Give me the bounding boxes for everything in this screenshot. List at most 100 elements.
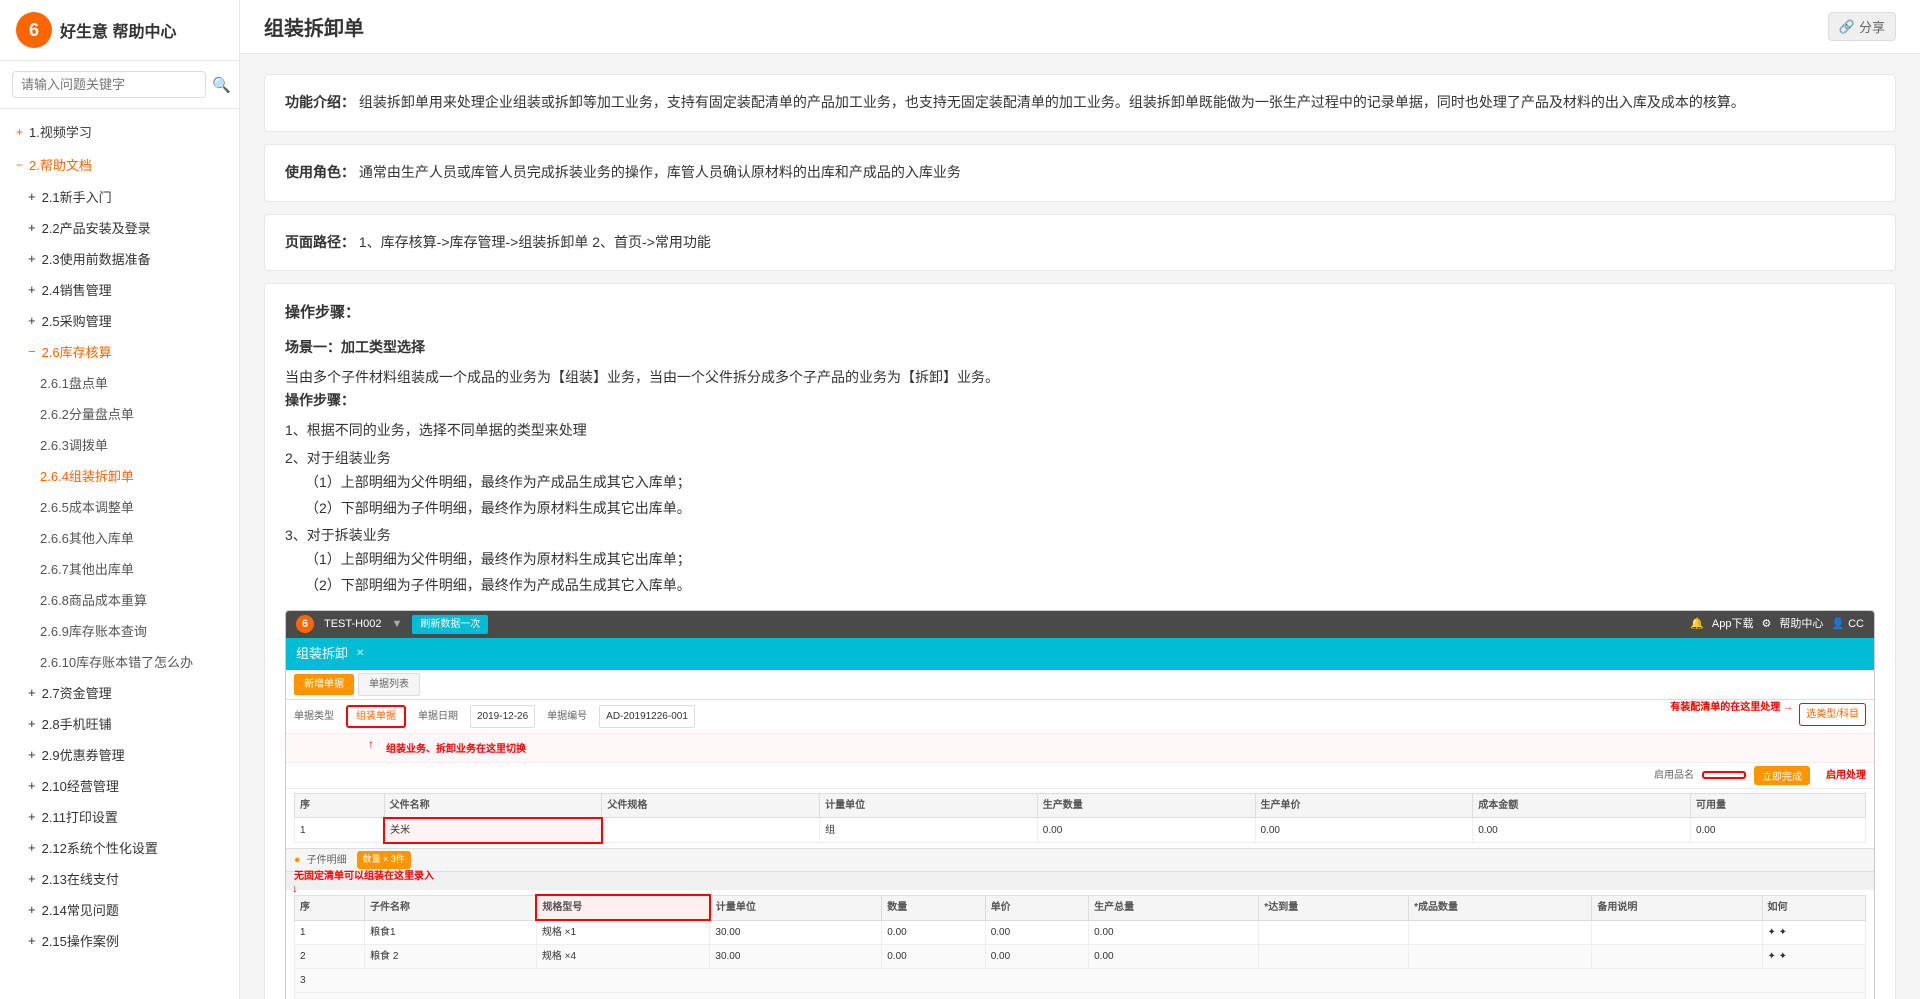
screenshot-list-tab[interactable]: 单据列表 [358, 673, 420, 696]
th-c-name: 子件名称 [365, 895, 537, 920]
sidebar-header: 6 好生意 帮助中心 [0, 0, 239, 61]
share-label: 分享 [1859, 17, 1885, 36]
sidebar-item-inventory[interactable]: − 2.6库存核算 [0, 336, 239, 367]
screenshot-new-tab[interactable]: 新增单据 [294, 674, 354, 695]
annotation-enable: 启用处理 [1826, 767, 1866, 784]
page-title: 组装拆卸单 [264, 12, 364, 41]
sidebar-item-new-user[interactable]: + 2.1新手入门 [0, 181, 239, 212]
sidebar-item-data-prep[interactable]: + 2.3使用前数据准备 [0, 243, 239, 274]
td-c-price: 0.00 [985, 920, 1088, 945]
sidebar-item-269[interactable]: 2.6.9库存账本查询 [0, 615, 239, 646]
sidebar-item-268[interactable]: 2.6.8商品成本重算 [0, 584, 239, 615]
th-cost: 成本金额 [1473, 793, 1691, 818]
screenshot-type-selector[interactable]: 组装单据 [346, 705, 406, 728]
sidebar-item-videos[interactable]: + 1.视频学习 [0, 115, 239, 148]
sidebar-item-system[interactable]: + 2.12系统个性化设置 [0, 832, 239, 863]
sidebar-item-267[interactable]: 2.6.7其他出库单 [0, 553, 239, 584]
sidebar-item-install[interactable]: + 2.2产品安装及登录 [0, 212, 239, 243]
share-button[interactable]: 🔗 分享 [1828, 12, 1896, 41]
td-c-seq: 2 [295, 945, 365, 969]
sidebar-item-docs[interactable]: − 2.帮助文档 [0, 148, 239, 181]
th-c-prod: *成品数量 [1409, 895, 1592, 920]
th-c-price: 单价 [985, 895, 1088, 920]
th-seq: 序 [295, 793, 385, 818]
step2-sub1: （1）上部明细为父件明细，最终作为产成品生成其它入库单； [305, 471, 1875, 495]
screenshot-enable-input[interactable] [1702, 771, 1746, 779]
th-c-seq: 序 [295, 895, 365, 920]
sidebar-item-label: 2.14常见问题 [42, 900, 119, 919]
th-unit: 计量单位 [820, 793, 1038, 818]
td-parent-name-highlighted: 关米 [384, 818, 602, 843]
search-input[interactable] [12, 71, 206, 98]
plus-icon: + [28, 685, 36, 700]
th-c-qty: 数量 [882, 895, 985, 920]
screenshot-section-divider: ● 子件明细 数量 × 3件 [286, 848, 1874, 873]
sidebar-item-online-pay[interactable]: + 2.13在线支付 [0, 863, 239, 894]
sidebar-item-label: 2.11打印设置 [42, 807, 118, 826]
sidebar-item-cases[interactable]: + 2.15操作案例 [0, 925, 239, 956]
screenshot-table-child: 序 子件名称 规格型号 计量单位 数量 单价 生产总量 *达到量 *成品数量 [294, 894, 1866, 999]
plus-icon: + [28, 716, 36, 731]
screenshot-type-btn[interactable]: 选类型/科目 [1799, 703, 1866, 726]
th-prod-qty: 生产数量 [1037, 793, 1255, 818]
td-spec [602, 818, 820, 843]
td-c-prod [1409, 920, 1592, 945]
minus-icon: − [28, 344, 36, 359]
step3-sub2: （2）下部明细为子件明细，最终作为产成品生成其它入库单。 [305, 574, 1875, 598]
plus-icon: + [28, 933, 36, 948]
plus-icon: + [28, 778, 36, 793]
sidebar-item-264[interactable]: 2.6.4组装拆卸单 [0, 460, 239, 491]
screenshot-number-field: AD-20191226-001 [599, 705, 695, 728]
screenshot-divider-area: ● 子件明细 数量 × 3件 无固定清单可以组装在这里录入 ↓ [286, 848, 1874, 873]
sidebar-item-label: 2.8手机旺铺 [42, 714, 112, 733]
screenshot-title-left: TEST-H002 [324, 615, 381, 634]
search-box: 🔍 [0, 61, 239, 109]
td-unit-price: 0.00 [1255, 818, 1473, 843]
sidebar-item-265[interactable]: 2.6.5成本调整单 [0, 491, 239, 522]
plus-icon: + [28, 251, 36, 266]
logo-icon: 6 [16, 12, 52, 48]
sidebar-item-262[interactable]: 2.6.2分量盘点单 [0, 398, 239, 429]
main-content-area: 组装拆卸单 🔗 分享 功能介绍： 组装拆卸单用来处理企业组装或拆卸等加工业务，支… [240, 0, 1920, 999]
annotation-switch: 组装业务、拆卸业务在这里切换 [386, 744, 526, 755]
screenshot-confirm-btn[interactable]: 立即完成 [1754, 766, 1810, 785]
sidebar-item-print[interactable]: + 2.11打印设置 [0, 801, 239, 832]
sidebar-item-capital[interactable]: + 2.7资金管理 [0, 677, 239, 708]
td-c-qty: 0.00 [882, 945, 985, 969]
sidebar-item-faq[interactable]: + 2.14常见问题 [0, 894, 239, 925]
sidebar-item-sales[interactable]: + 2.4销售管理 [0, 274, 239, 305]
table-row: 2 粮食 2 规格 ×4 30.00 0.00 0.00 0.00 [295, 945, 1866, 969]
td-c-total: 0.00 [1089, 945, 1259, 969]
main-scroll-content: 功能介绍： 组装拆卸单用来处理企业组装或拆卸等加工业务，支持有固定装配清单的产品… [240, 54, 1920, 999]
sidebar-item-mobile[interactable]: + 2.8手机旺铺 [0, 708, 239, 739]
sidebar-item-261[interactable]: 2.6.1盘点单 [0, 367, 239, 398]
table-row: 1 粮食1 规格 ×1 30.00 0.00 0.00 0.00 [295, 920, 1866, 945]
th-c-action: 如何 [1762, 895, 1866, 920]
screenshot-table-parent: 序 父件名称 父件规格 计量单位 生产数量 生产单价 成本金额 可用量 [294, 793, 1866, 844]
td-c-action: ✦ ✦ [1762, 920, 1866, 945]
screenshot-upper-table: 序 父件名称 父件规格 计量单位 生产数量 生产单价 成本金额 可用量 [286, 789, 1874, 848]
sidebar-item-coupon[interactable]: + 2.9优惠券管理 [0, 739, 239, 770]
sidebar-item-2610[interactable]: 2.6.10库存账本错了怎么办 [0, 646, 239, 677]
td-c-unit: 30.00 [710, 945, 882, 969]
share-icon: 🔗 [1839, 19, 1855, 35]
step3: 3、对于拆装业务 （1）上部明细为父件明细，最终作为原材料生成其它出库单； （2… [285, 524, 1875, 597]
td-empty4: 4 [295, 993, 1866, 999]
td-c-note [1592, 945, 1762, 969]
sidebar-item-266[interactable]: 2.6.6其他入库单 [0, 522, 239, 553]
screenshot-annotation-row: 组装业务、拆卸业务在这里切换 ↑ [286, 734, 1874, 763]
sidebar-item-purchase[interactable]: + 2.5采购管理 [0, 305, 239, 336]
td-c-total: 0.00 [1089, 920, 1259, 945]
intro-card: 功能介绍： 组装拆卸单用来处理企业组装或拆卸等加工业务，支持有固定装配清单的产品… [264, 74, 1896, 132]
sidebar-item-label: 2.10经营管理 [42, 776, 119, 795]
expand-icon: + [16, 125, 23, 139]
td-empty3: 3 [295, 969, 1866, 993]
th-unit-price: 生产单价 [1255, 793, 1473, 818]
sidebar-item-biz-mgmt[interactable]: + 2.10经营管理 [0, 770, 239, 801]
ops-sub-heading: 操作步骤： [285, 389, 1875, 413]
search-icon[interactable]: 🔍 [212, 76, 231, 94]
td-c-action: ✦ ✦ [1762, 945, 1866, 969]
scenario1-desc: 当由多个子件材料组装成一个成品的业务为【组装】业务，当由一个父件拆分成多个子产品… [285, 366, 1875, 390]
sidebar-item-263[interactable]: 2.6.3调拨单 [0, 429, 239, 460]
td-c-unreach [1259, 945, 1409, 969]
